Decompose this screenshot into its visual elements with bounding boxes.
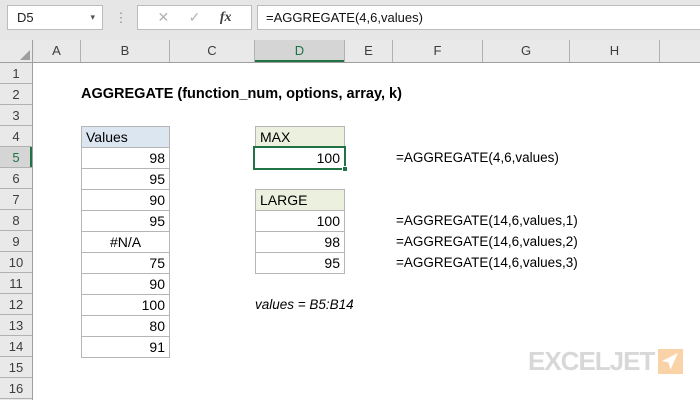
exceljet-logo-text: EXCELJET [528, 346, 655, 376]
name-box-value: D5 [17, 10, 34, 25]
column-header-d-selected[interactable]: D [255, 40, 345, 62]
row-header-8[interactable]: 8 [0, 210, 32, 231]
row-header-7[interactable]: 7 [0, 189, 32, 210]
column-header-b[interactable]: B [81, 40, 170, 62]
values-header-cell[interactable]: Values [81, 126, 170, 148]
row-header-4[interactable]: 4 [0, 126, 32, 147]
row-header-9[interactable]: 9 [0, 231, 32, 252]
formula-text-f10[interactable]: =AGGREGATE(14,6,values,3) [396, 252, 616, 274]
row-header-10[interactable]: 10 [0, 252, 32, 273]
resize-handle-icon[interactable]: ⋮ [113, 5, 129, 30]
values-cell-b8[interactable]: 95 [81, 210, 170, 232]
column-header-h[interactable]: H [570, 40, 660, 62]
values-cell-b6[interactable]: 95 [81, 168, 170, 190]
values-cell-b13[interactable]: 80 [81, 315, 170, 337]
large-cell-d8[interactable]: 100 [255, 210, 345, 232]
values-cell-b12[interactable]: 100 [81, 294, 170, 316]
column-header-g[interactable]: G [483, 40, 570, 62]
selected-cell-d5[interactable]: 100 [253, 146, 348, 172]
enter-icon[interactable]: ✓ [189, 9, 201, 26]
large-cell-d9[interactable]: 98 [255, 231, 345, 253]
row-header-13[interactable]: 13 [0, 315, 32, 336]
row-header-5-selected[interactable]: 5 [0, 147, 32, 168]
column-header-blank[interactable] [660, 40, 700, 62]
row-header-14[interactable]: 14 [0, 336, 32, 357]
column-header-row: A B C D E F G H [0, 40, 700, 63]
column-header-f[interactable]: F [393, 40, 483, 62]
name-box[interactable]: D5 ▾ [7, 5, 103, 30]
chevron-down-icon[interactable]: ▾ [90, 6, 95, 29]
excel-window: D5 ▾ ⋮ ✕ ✓ fx =AGGREGATE(4,6,values) A B… [0, 0, 700, 400]
row-header-1[interactable]: 1 [0, 63, 32, 84]
row-header-16[interactable]: 16 [0, 378, 32, 399]
worksheet-grid: AGGREGATE (function_num, options, array,… [33, 63, 700, 400]
formula-input[interactable]: =AGGREGATE(4,6,values) [257, 5, 700, 30]
paper-plane-icon [658, 349, 684, 374]
row-header-column: 1 2 3 4 5 6 7 8 9 10 11 12 13 14 15 16 [0, 63, 33, 400]
fill-handle[interactable] [342, 166, 348, 172]
row-header-3[interactable]: 3 [0, 105, 32, 126]
row-header-6[interactable]: 6 [0, 168, 32, 189]
row-header-12[interactable]: 12 [0, 294, 32, 315]
formula-buttons: ✕ ✓ fx [137, 5, 252, 30]
formula-text-f9[interactable]: =AGGREGATE(14,6,values,2) [396, 231, 616, 253]
values-cell-b7[interactable]: 90 [81, 189, 170, 211]
cancel-icon[interactable]: ✕ [157, 9, 169, 26]
values-cell-b10[interactable]: 75 [81, 252, 170, 274]
selected-cell-value: 100 [316, 150, 340, 166]
column-header-a[interactable]: A [33, 40, 81, 62]
large-header-cell[interactable]: LARGE [255, 189, 345, 211]
row-header-11[interactable]: 11 [0, 273, 32, 294]
row-header-15[interactable]: 15 [0, 357, 32, 378]
large-cell-d10[interactable]: 95 [255, 252, 345, 274]
values-cell-b14[interactable]: 91 [81, 336, 170, 358]
values-cell-b5[interactable]: 98 [81, 147, 170, 169]
exceljet-logo: EXCELJET [528, 346, 684, 377]
values-cell-b9-error[interactable]: #N/A [81, 231, 170, 253]
named-range-note[interactable]: values = B5:B14 [255, 294, 354, 316]
insert-function-icon[interactable]: fx [220, 10, 232, 26]
formula-bar: D5 ▾ ⋮ ✕ ✓ fx =AGGREGATE(4,6,values) [0, 0, 700, 40]
values-cell-b11[interactable]: 90 [81, 273, 170, 295]
row-header-2[interactable]: 2 [0, 84, 32, 105]
sheet-title-cell[interactable]: AGGREGATE (function_num, options, array,… [81, 84, 402, 106]
column-header-e[interactable]: E [345, 40, 393, 62]
select-all-button[interactable] [0, 40, 33, 62]
max-header-cell[interactable]: MAX [255, 126, 345, 148]
formula-text-f5[interactable]: =AGGREGATE(4,6,values) [396, 147, 616, 169]
column-header-c[interactable]: C [170, 40, 255, 62]
formula-text-f8[interactable]: =AGGREGATE(14,6,values,1) [396, 210, 616, 232]
